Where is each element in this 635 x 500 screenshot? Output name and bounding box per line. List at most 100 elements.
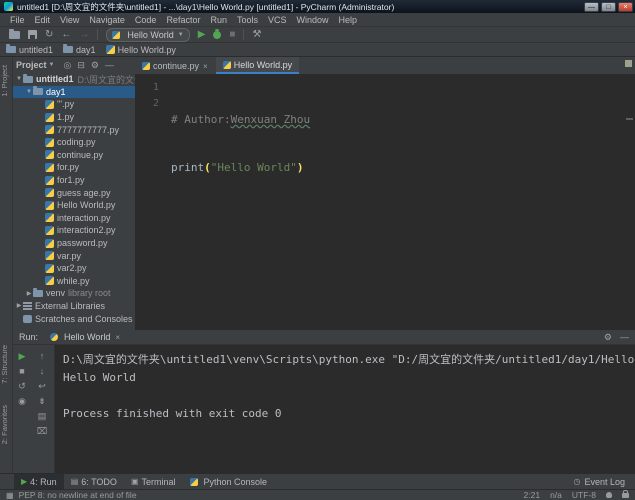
tree-folder-venv[interactable]: ▶ venv library root xyxy=(13,287,135,300)
breadcrumb-day1[interactable]: day1 xyxy=(63,44,96,55)
settings-wrench-icon[interactable]: ⚒ xyxy=(252,29,261,41)
close-icon[interactable]: × xyxy=(203,62,208,71)
inspection-indicator-icon[interactable] xyxy=(625,60,632,67)
tree-file[interactable]: guess age.py xyxy=(13,186,135,199)
menu-edit[interactable]: Edit xyxy=(30,15,56,25)
chevron-down-icon[interactable]: ▼ xyxy=(49,62,55,68)
chevron-right-icon[interactable]: ▶ xyxy=(15,302,23,309)
menu-code[interactable]: Code xyxy=(130,15,162,25)
stripe-project-button[interactable]: 1: Project xyxy=(0,65,13,97)
console-output[interactable]: D:\周文宜的文件夹\untitled1\venv\Scripts\python… xyxy=(63,351,635,473)
code-editor[interactable]: 1 2 # Author:Wenxuan Zhou print("Hello W… xyxy=(135,74,635,330)
chevron-right-icon[interactable]: ▶ xyxy=(25,290,33,297)
file-encoding[interactable]: UTF-8 xyxy=(572,490,596,500)
close-icon[interactable]: × xyxy=(115,333,120,342)
hide-panel-icon[interactable]: — xyxy=(620,332,629,342)
breadcrumb-file[interactable]: Hello World.py xyxy=(105,45,176,55)
back-icon[interactable]: ← xyxy=(61,29,71,41)
tree-file[interactable]: interaction2.py xyxy=(13,224,135,237)
toolwindow-run-button[interactable]: ▶ 4: Run xyxy=(14,474,64,489)
toolwindow-todo-button[interactable]: ▤ 6: TODO xyxy=(64,474,124,489)
open-icon[interactable] xyxy=(9,28,20,39)
sync-icon[interactable]: ↻ xyxy=(45,29,53,41)
tab-hello-world-py[interactable]: Hello World.py xyxy=(215,57,300,74)
down-stack-trace-icon[interactable]: ↓ xyxy=(35,366,49,376)
menu-view[interactable]: View xyxy=(55,15,84,25)
save-icon[interactable] xyxy=(28,30,37,39)
breadcrumb-untitled1[interactable]: untitled1 xyxy=(6,44,53,55)
tree-file[interactable]: var.py xyxy=(13,249,135,262)
line-number: 1 xyxy=(152,82,159,93)
forward-icon[interactable]: → xyxy=(79,29,89,41)
caret-position[interactable]: 2:21 xyxy=(524,490,541,500)
pin-icon[interactable]: ◉ xyxy=(15,396,29,407)
stripe-structure-button[interactable]: 7: Structure xyxy=(0,345,13,384)
tree-file[interactable]: password.py xyxy=(13,237,135,250)
tab-continue-py[interactable]: continue.py × xyxy=(135,58,215,74)
minimize-button[interactable]: — xyxy=(584,1,599,12)
tree-external-libraries[interactable]: ▶ External Libraries xyxy=(13,300,135,313)
tree-folder-day1[interactable]: ▼ day1 xyxy=(13,85,135,99)
tree-file[interactable]: '''.py xyxy=(13,98,135,111)
run-panel-title: Run: xyxy=(19,332,39,342)
menu-navigate[interactable]: Navigate xyxy=(84,15,130,25)
gear-icon[interactable]: ⚙ xyxy=(604,332,612,343)
python-file-icon xyxy=(45,150,54,160)
menu-run[interactable]: Run xyxy=(205,15,232,25)
menu-tools[interactable]: Tools xyxy=(232,15,263,25)
rerun-icon[interactable]: ▶ xyxy=(15,351,29,362)
event-log-button[interactable]: ◷ Event Log xyxy=(573,477,635,487)
close-button[interactable]: × xyxy=(618,1,633,12)
tree-file[interactable]: coding.py xyxy=(13,136,135,149)
run-button-icon[interactable]: ▶ xyxy=(198,29,206,41)
run-tab-hello-world[interactable]: Hello World × xyxy=(50,332,120,342)
tree-file[interactable]: interaction.py xyxy=(13,212,135,225)
scroll-to-end-icon[interactable]: ⇟ xyxy=(35,396,49,407)
code-lines[interactable]: # Author:Wenxuan Zhou print("Hello World… xyxy=(171,80,310,208)
python-file-icon xyxy=(45,213,54,223)
chevron-down-icon[interactable]: ▼ xyxy=(25,89,33,95)
soft-wrap-icon[interactable]: ↩ xyxy=(35,381,49,392)
python-console-icon xyxy=(189,477,198,486)
clear-console-icon[interactable]: ⌧ xyxy=(35,426,49,437)
menu-vcs[interactable]: VCS xyxy=(263,15,292,25)
hide-panel-icon[interactable]: — xyxy=(105,60,114,70)
tree-file[interactable]: 1.py xyxy=(13,111,135,124)
stripe-favorites-button[interactable]: 2: Favorites xyxy=(0,405,13,444)
stop-icon[interactable]: ■ xyxy=(15,366,29,376)
python-file-icon xyxy=(45,99,54,109)
run-configuration-select[interactable]: Hello World ▼ xyxy=(106,27,190,42)
menu-file[interactable]: File xyxy=(5,15,30,25)
menu-window[interactable]: Window xyxy=(292,15,334,25)
menu-help[interactable]: Help xyxy=(334,15,363,25)
tree-file[interactable]: for.py xyxy=(13,161,135,174)
tree-file[interactable]: for1.py xyxy=(13,174,135,187)
tree-scratches[interactable]: Scratches and Consoles xyxy=(13,312,135,325)
restore-layout-icon[interactable]: ↺ xyxy=(15,381,29,392)
project-header-title[interactable]: Project xyxy=(16,60,47,70)
menu-refactor[interactable]: Refactor xyxy=(161,15,205,25)
tree-file[interactable]: while.py xyxy=(13,275,135,288)
tree-file[interactable]: Hello World.py xyxy=(13,199,135,212)
up-stack-trace-icon[interactable]: ↑ xyxy=(35,351,49,361)
toolwindow-toggle-icon[interactable]: ▦ xyxy=(6,491,14,500)
tree-root-untitled1[interactable]: ▼ untitled1 D:\周文宜的文件夹\untitled1 xyxy=(13,73,135,86)
hector-inspector-icon[interactable] xyxy=(606,492,612,498)
chevron-down-icon[interactable]: ▼ xyxy=(15,76,23,82)
python-file-icon xyxy=(222,60,231,69)
tree-file[interactable]: 7777777777.py xyxy=(13,123,135,136)
collapse-all-icon[interactable]: ⊟ xyxy=(77,60,85,71)
toolwindow-python-console-button[interactable]: Python Console xyxy=(183,474,275,489)
print-icon[interactable]: ▤ xyxy=(35,411,49,422)
stop-icon[interactable]: ■ xyxy=(229,29,235,41)
debug-icon[interactable] xyxy=(213,28,222,39)
toolwindow-terminal-button[interactable]: ▣ Terminal xyxy=(124,474,183,489)
vcs-branch[interactable]: n/a xyxy=(550,490,562,500)
tree-file[interactable]: continue.py xyxy=(13,149,135,162)
lock-icon[interactable] xyxy=(622,489,629,498)
locate-icon[interactable]: ◎ xyxy=(63,60,71,71)
maximize-button[interactable]: □ xyxy=(601,1,616,12)
tree-file[interactable]: var2.py xyxy=(13,262,135,275)
gear-icon[interactable]: ⚙ xyxy=(91,60,99,71)
console-line: D:\周文宜的文件夹\untitled1\venv\Scripts\python… xyxy=(63,353,635,366)
